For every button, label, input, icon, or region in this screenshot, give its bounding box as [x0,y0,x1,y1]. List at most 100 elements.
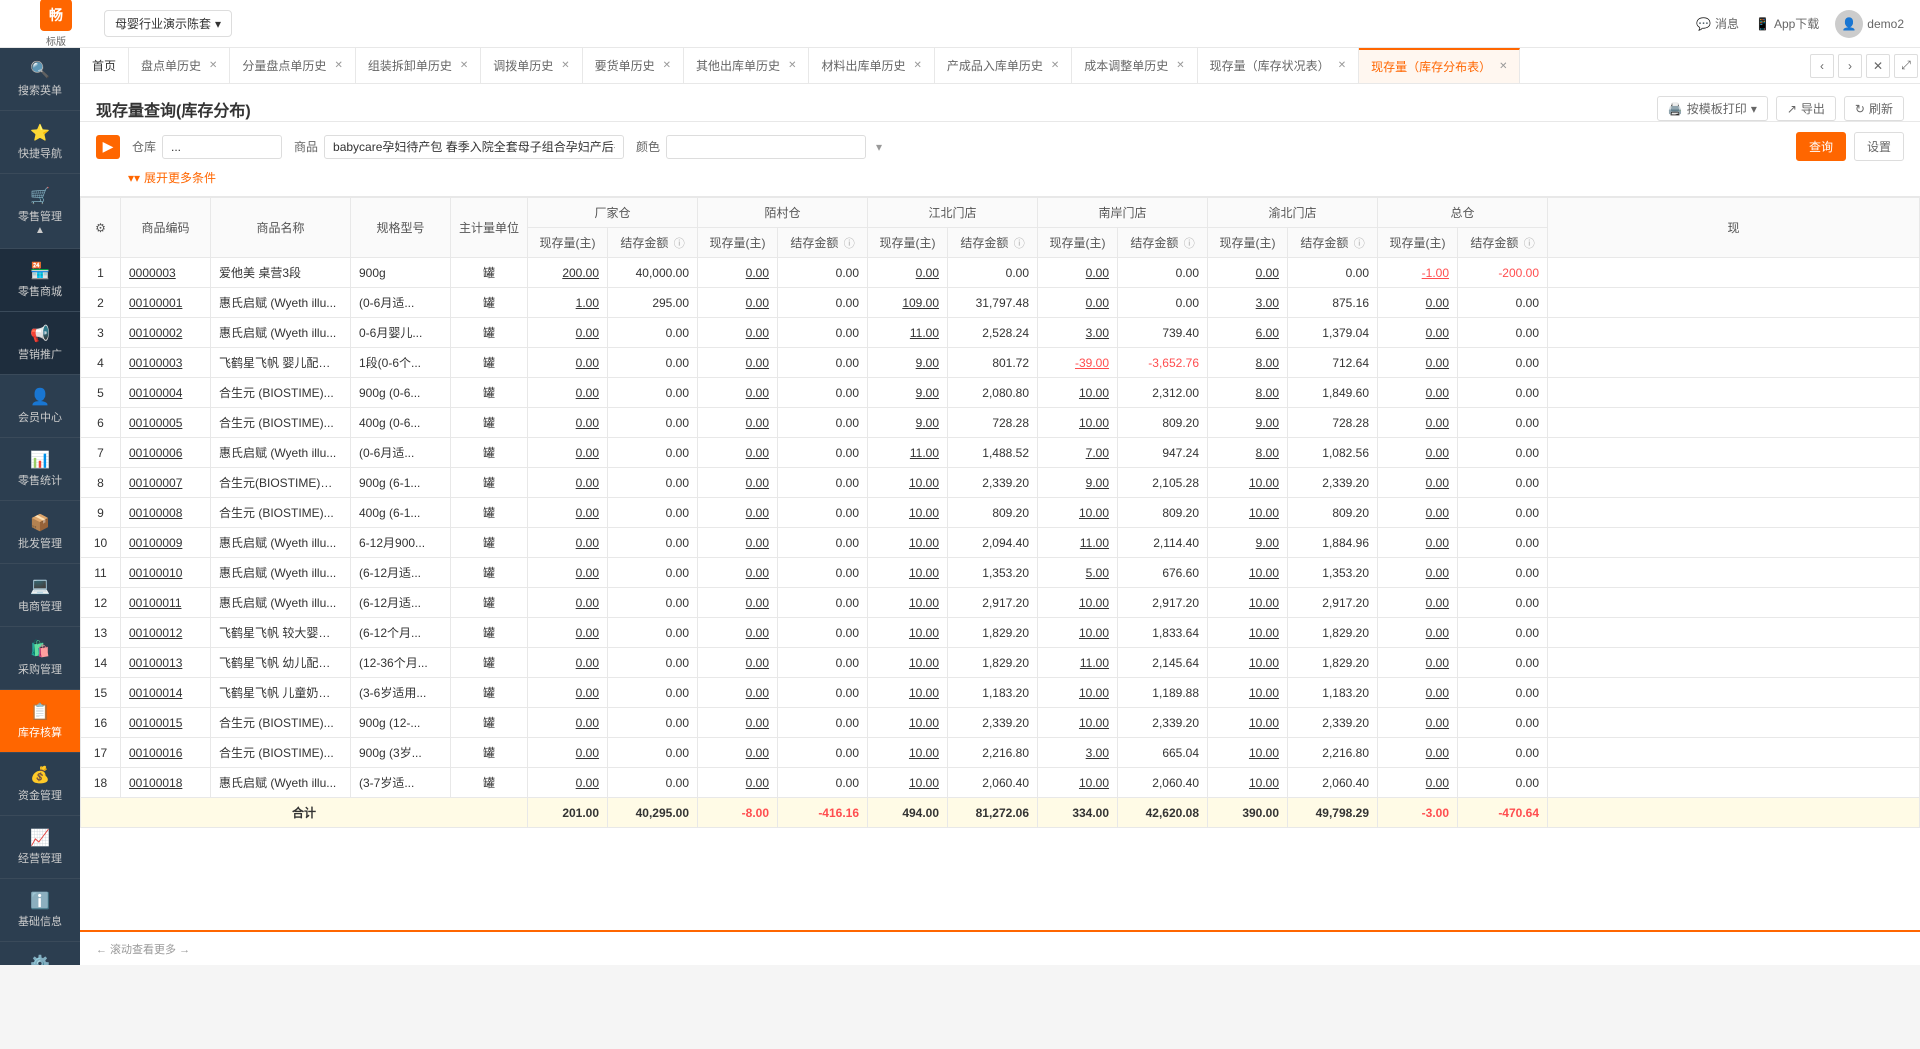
cell-changjiacao-qty[interactable]: 0.00 [528,588,608,618]
collapse-button[interactable]: ▶ [96,135,120,159]
tab-next-button[interactable]: › [1838,54,1862,78]
cell-changjiacao-qty[interactable]: 0.00 [528,348,608,378]
cell-jb-qty[interactable]: 0.00 [868,258,948,288]
tab-close-3[interactable]: ✕ [561,60,569,71]
print-button[interactable]: 🖨️ 按模板打印 ▾ [1657,96,1768,121]
cell-total-qty[interactable]: 0.00 [1378,438,1458,468]
sidebar-item-14[interactable]: ⚙️系统管理 [0,942,80,965]
tab-item-0[interactable]: 盘点单历史✕ [129,48,230,84]
cell-total-qty[interactable]: 0.00 [1378,498,1458,528]
cell-yb-qty[interactable]: 10.00 [1208,648,1288,678]
cell-changjiacao-qty[interactable]: 0.00 [528,708,608,738]
cell-yb-qty[interactable]: 10.00 [1208,708,1288,738]
tab-item-8[interactable]: 成本调整单历史✕ [1072,48,1197,84]
cell-mucunco-qty[interactable]: 0.00 [698,558,778,588]
cell-jb-qty[interactable]: 10.00 [868,558,948,588]
cell-code[interactable]: 00100002 [121,318,211,348]
cell-mucunco-qty[interactable]: 0.00 [698,318,778,348]
cell-yb-qty[interactable]: 9.00 [1208,408,1288,438]
cell-na-qty[interactable]: 3.00 [1038,738,1118,768]
cell-jb-qty[interactable]: 10.00 [868,768,948,798]
tab-close-1[interactable]: ✕ [334,60,342,71]
cell-na-qty[interactable]: 10.00 [1038,678,1118,708]
settings-button[interactable]: 设置 [1854,132,1904,161]
tab-close-10[interactable]: ✕ [1499,61,1507,72]
cell-changjiacao-qty[interactable]: 0.00 [528,468,608,498]
cell-total-qty[interactable]: 0.00 [1378,408,1458,438]
sidebar-item-1[interactable]: ⭐快捷导航 [0,111,80,174]
cell-total-qty[interactable]: -1.00 [1378,258,1458,288]
cell-jb-qty[interactable]: 10.00 [868,468,948,498]
cell-na-qty[interactable]: 0.00 [1038,288,1118,318]
cell-total-qty[interactable]: 0.00 [1378,708,1458,738]
cell-mucunco-qty[interactable]: 0.00 [698,348,778,378]
cell-yb-qty[interactable]: 10.00 [1208,468,1288,498]
sidebar-item-13[interactable]: ℹ️基础信息 [0,879,80,942]
cell-yb-qty[interactable]: 9.00 [1208,528,1288,558]
cell-total-qty[interactable]: 0.00 [1378,618,1458,648]
cell-yb-qty[interactable]: 10.00 [1208,498,1288,528]
cell-jb-qty[interactable]: 10.00 [868,678,948,708]
cell-code[interactable]: 00100007 [121,468,211,498]
cell-mucunco-qty[interactable]: 0.00 [698,378,778,408]
cell-code[interactable]: 00100008 [121,498,211,528]
cell-na-qty[interactable]: 10.00 [1038,378,1118,408]
cell-na-qty[interactable]: 7.00 [1038,438,1118,468]
cell-yb-qty[interactable]: 10.00 [1208,678,1288,708]
cell-yb-qty[interactable]: 10.00 [1208,618,1288,648]
export-button[interactable]: ↗ 导出 [1776,96,1836,121]
message-action[interactable]: 💬 消息 [1696,15,1739,32]
cell-code[interactable]: 00100004 [121,378,211,408]
cell-total-qty[interactable]: 0.00 [1378,468,1458,498]
cell-mucunco-qty[interactable]: 0.00 [698,708,778,738]
cell-code[interactable]: 00100005 [121,408,211,438]
refresh-button[interactable]: ↻ 刷新 [1844,96,1904,121]
tab-item-10[interactable]: 现存量（库存分布表）✕ [1359,48,1520,84]
cell-jb-qty[interactable]: 9.00 [868,408,948,438]
cell-changjiacao-qty[interactable]: 0.00 [528,498,608,528]
cell-na-qty[interactable]: 10.00 [1038,618,1118,648]
cell-total-qty[interactable]: 0.00 [1378,588,1458,618]
warehouse-input[interactable] [162,135,282,159]
cell-total-qty[interactable]: 0.00 [1378,738,1458,768]
cell-mucunco-qty[interactable]: 0.00 [698,528,778,558]
cell-yb-qty[interactable]: 8.00 [1208,348,1288,378]
cell-changjiacao-qty[interactable]: 200.00 [528,258,608,288]
user-profile[interactable]: 👤 demo2 [1835,10,1904,38]
tab-close-2[interactable]: ✕ [460,60,468,71]
cell-jb-qty[interactable]: 10.00 [868,618,948,648]
cell-jb-qty[interactable]: 109.00 [868,288,948,318]
cell-na-qty[interactable]: 0.00 [1038,258,1118,288]
th-settings[interactable]: ⚙ [81,198,121,258]
cell-na-qty[interactable]: 9.00 [1038,468,1118,498]
cell-code[interactable]: 00100010 [121,558,211,588]
sidebar-item-6[interactable]: 📊零售统计 [0,438,80,501]
cell-total-qty[interactable]: 0.00 [1378,378,1458,408]
tab-close-5[interactable]: ✕ [788,60,796,71]
cell-code[interactable]: 00100003 [121,348,211,378]
cell-yb-qty[interactable]: 8.00 [1208,438,1288,468]
sidebar-item-2[interactable]: 🛒零售管理▲ [0,174,80,249]
cell-jb-qty[interactable]: 10.00 [868,648,948,678]
cell-yb-qty[interactable]: 10.00 [1208,558,1288,588]
tab-fullscreen-button[interactable]: ⤢ [1894,54,1918,78]
sidebar-item-4[interactable]: 📢营销推广 [0,312,80,375]
color-input[interactable] [666,135,866,159]
cell-jb-qty[interactable]: 10.00 [868,588,948,618]
cell-code[interactable]: 00100006 [121,438,211,468]
sidebar-item-3[interactable]: 🏪零售商城 [0,249,80,312]
cell-jb-qty[interactable]: 10.00 [868,708,948,738]
cell-code[interactable]: 00100013 [121,648,211,678]
cell-total-qty[interactable]: 0.00 [1378,288,1458,318]
cell-total-qty[interactable]: 0.00 [1378,648,1458,678]
cell-na-qty[interactable]: 10.00 [1038,588,1118,618]
query-button[interactable]: 查询 [1796,132,1846,161]
cell-mucunco-qty[interactable]: 0.00 [698,408,778,438]
cell-changjiacao-qty[interactable]: 0.00 [528,378,608,408]
cell-na-qty[interactable]: 10.00 [1038,408,1118,438]
cell-changjiacao-qty[interactable]: 0.00 [528,768,608,798]
product-input[interactable] [324,135,624,159]
cell-jb-qty[interactable]: 10.00 [868,528,948,558]
cell-na-qty[interactable]: 5.00 [1038,558,1118,588]
cell-code[interactable]: 00100011 [121,588,211,618]
